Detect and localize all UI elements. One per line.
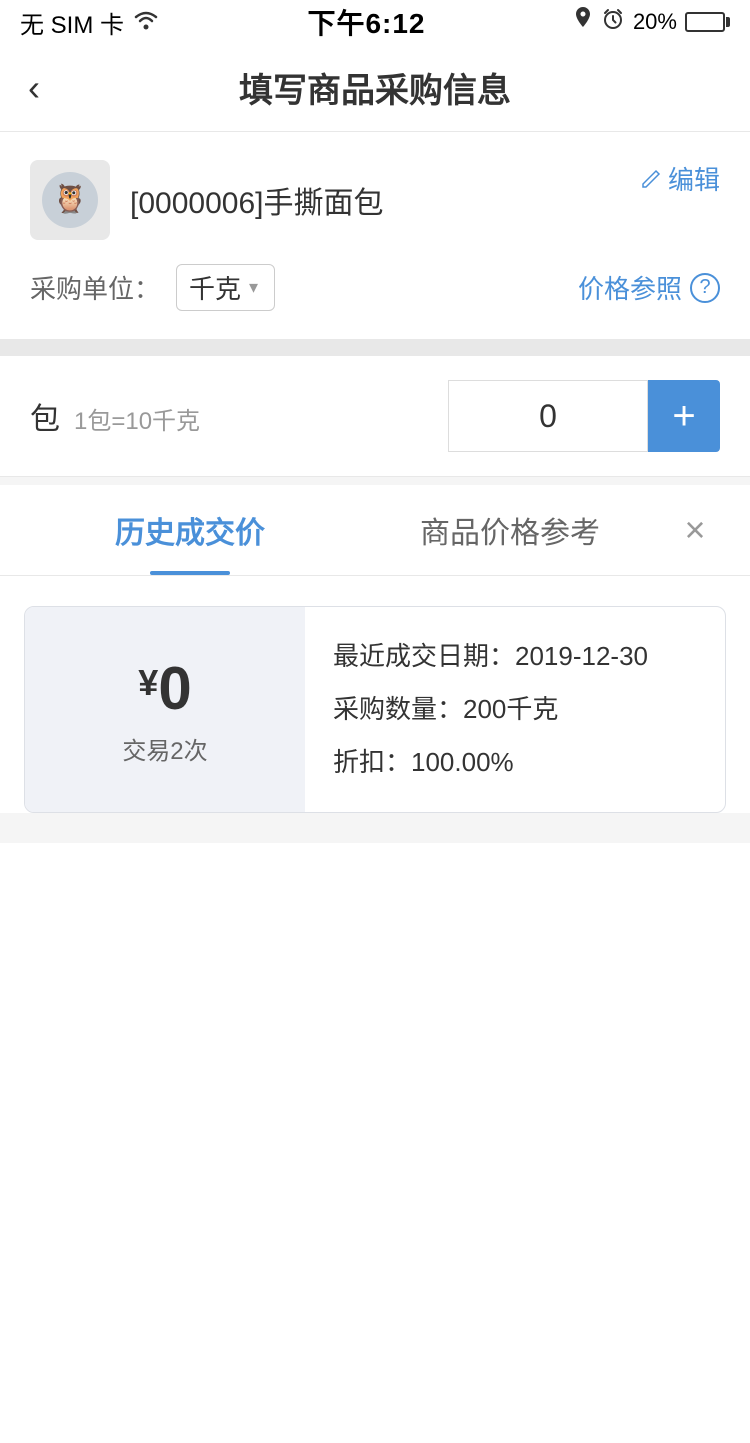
purchase-qty-row: 采购数量：200千克 bbox=[333, 690, 697, 729]
discount-value: 100.00% bbox=[411, 747, 514, 777]
quantity-input[interactable]: 0 bbox=[448, 380, 648, 452]
question-icon: ? bbox=[690, 273, 720, 303]
battery-icon bbox=[685, 12, 730, 32]
product-full-name: [0000006]手撕面包 bbox=[130, 178, 383, 222]
currency-symbol: ¥ bbox=[138, 662, 158, 704]
back-button[interactable]: ‹ bbox=[28, 67, 40, 109]
status-carrier: 无 SIM 卡 bbox=[20, 5, 160, 40]
tab-close-button[interactable]: × bbox=[670, 505, 720, 555]
page-title: 填写商品采购信息 bbox=[239, 63, 511, 112]
quantity-value: 0 bbox=[539, 398, 557, 435]
recent-date-value: 2019-12-30 bbox=[515, 641, 648, 671]
carrier-text: 无 SIM 卡 bbox=[20, 5, 124, 40]
recent-date-label: 最近成交日期： bbox=[333, 641, 515, 671]
unit-label: 采购单位： bbox=[30, 269, 160, 306]
edit-button[interactable]: 编辑 bbox=[640, 160, 720, 197]
tab-history-label: 历史成交价 bbox=[115, 508, 265, 552]
tab-history-price[interactable]: 历史成交价 bbox=[30, 485, 350, 575]
quantity-hint: 1包=10千克 bbox=[74, 401, 200, 436]
status-bar: 无 SIM 卡 下午6:12 20% bbox=[0, 0, 750, 44]
price-reference-button[interactable]: 价格参照 ? bbox=[578, 269, 720, 306]
price-amount: ¥0 bbox=[138, 654, 191, 723]
discount-row: 折扣：100.00% bbox=[333, 743, 697, 782]
wifi-icon bbox=[132, 8, 160, 37]
status-icons: 20% bbox=[573, 7, 730, 37]
price-summary-panel: ¥0 交易2次 bbox=[25, 607, 305, 812]
unit-arrow: ▾ bbox=[249, 277, 258, 298]
discount-label: 折扣： bbox=[333, 747, 411, 777]
tab-reference-label: 商品价格参考 bbox=[420, 508, 600, 552]
svg-text:🦉: 🦉 bbox=[53, 183, 88, 215]
tabs-header: 历史成交价 商品价格参考 × bbox=[0, 485, 750, 576]
product-top-row: 🦉 [0000006]手撕面包 编辑 bbox=[30, 160, 720, 240]
alarm-icon bbox=[601, 7, 625, 37]
tab-active-indicator bbox=[150, 571, 230, 575]
product-info: 🦉 [0000006]手撕面包 bbox=[30, 160, 383, 240]
section-divider bbox=[0, 340, 750, 356]
location-icon bbox=[573, 7, 593, 37]
trade-count: 交易2次 bbox=[122, 731, 207, 766]
product-bottom-row: 采购单位： 千克 ▾ 价格参照 ? bbox=[30, 264, 720, 311]
tab-price-reference[interactable]: 商品价格参考 bbox=[350, 485, 670, 575]
unit-select[interactable]: 千克 ▾ bbox=[176, 264, 275, 311]
quantity-unit: 包 bbox=[30, 394, 60, 438]
quantity-plus-button[interactable]: + bbox=[648, 380, 720, 452]
quantity-input-area: 0 + bbox=[448, 380, 720, 452]
product-thumbnail: 🦉 bbox=[30, 160, 110, 240]
status-time: 下午6:12 bbox=[307, 2, 425, 42]
edit-label: 编辑 bbox=[668, 160, 720, 197]
purchase-qty-label: 采购数量： bbox=[333, 694, 463, 724]
battery-percentage: 20% bbox=[633, 9, 677, 35]
price-detail-panel: 最近成交日期：2019-12-30 采购数量：200千克 折扣：100.00% bbox=[305, 607, 725, 812]
empty-content-area bbox=[0, 843, 750, 1443]
price-value: 0 bbox=[158, 655, 191, 722]
price-card: ¥0 交易2次 最近成交日期：2019-12-30 采购数量：200千克 折扣：… bbox=[24, 606, 726, 813]
price-ref-label: 价格参照 bbox=[578, 269, 682, 306]
nav-bar: ‹ 填写商品采购信息 bbox=[0, 44, 750, 132]
quantity-row: 包 1包=10千克 0 + bbox=[0, 356, 750, 477]
purchase-qty-value: 200千克 bbox=[463, 694, 558, 724]
quantity-label-area: 包 1包=10千克 bbox=[30, 394, 200, 438]
tabs-section: 历史成交价 商品价格参考 × ¥0 交易2次 最近成交日期：2019-12-30… bbox=[0, 485, 750, 813]
unit-row: 采购单位： 千克 ▾ bbox=[30, 264, 275, 311]
unit-value: 千克 bbox=[189, 269, 241, 306]
product-card: 🦉 [0000006]手撕面包 编辑 采购单位： 千克 ▾ 价格参照 ? bbox=[0, 132, 750, 340]
recent-date-row: 最近成交日期：2019-12-30 bbox=[333, 637, 697, 676]
